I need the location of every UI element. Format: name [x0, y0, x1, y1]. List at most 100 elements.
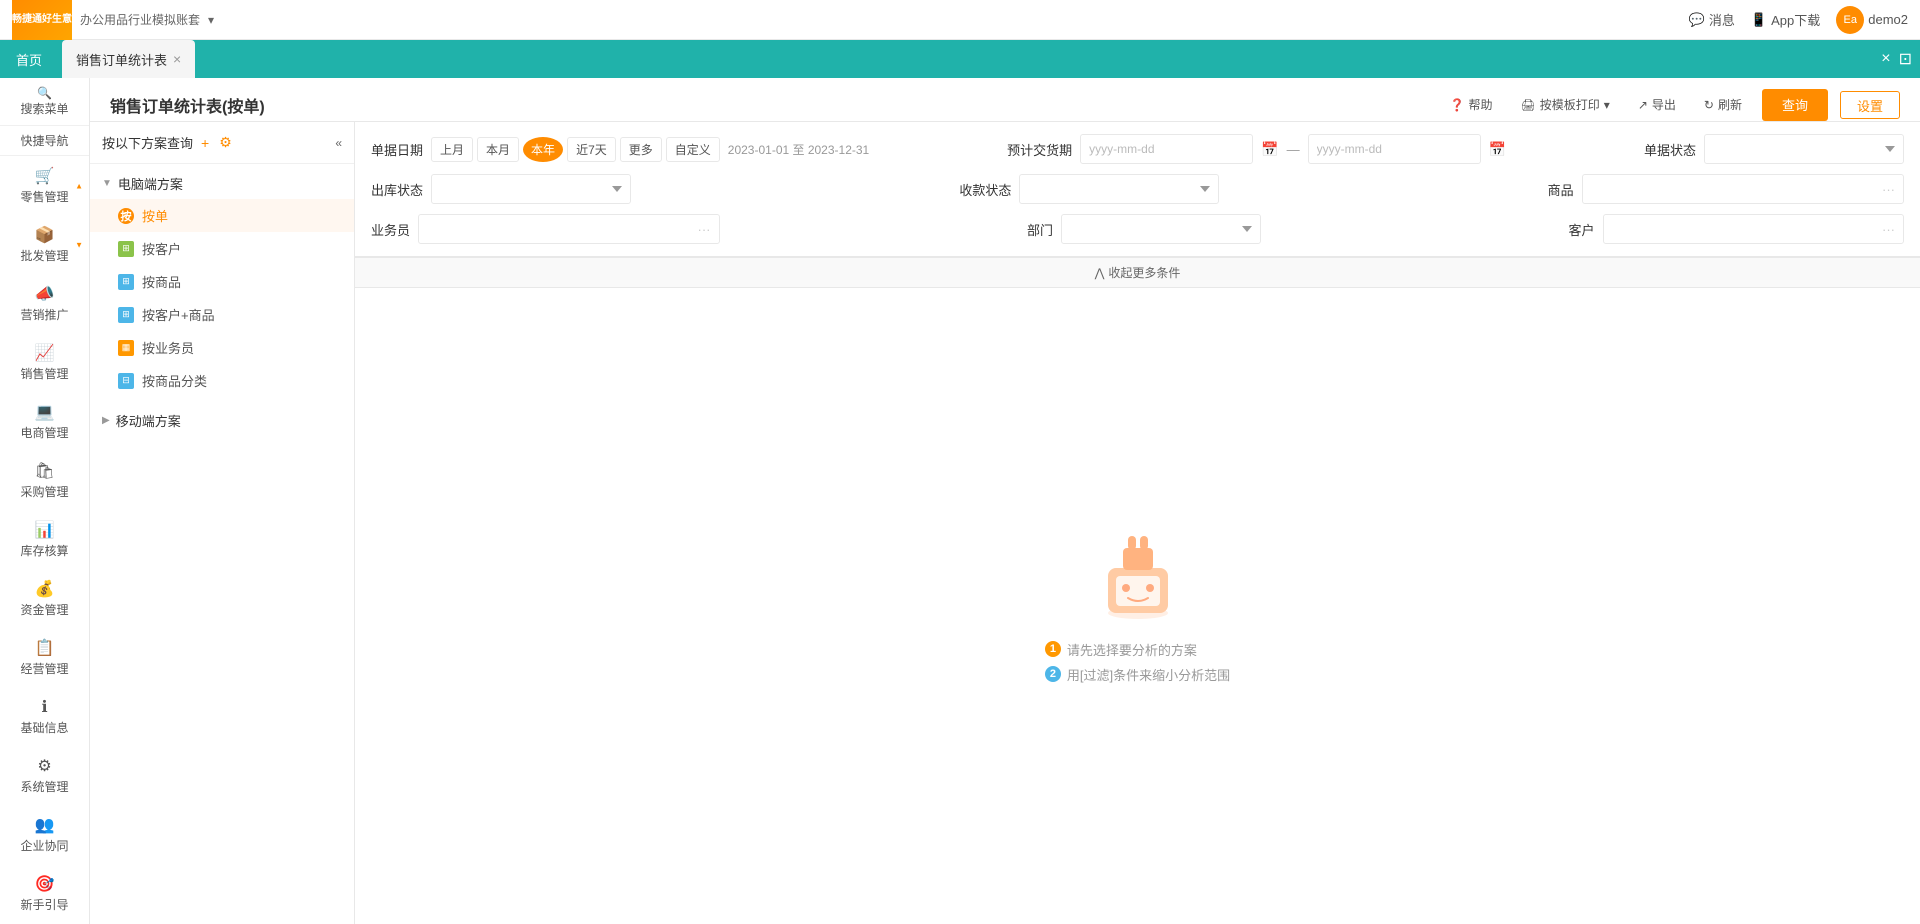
sidebar-item-ecommerce[interactable]: 💻 电商管理	[0, 392, 89, 451]
salesperson-input-area[interactable]: ···	[418, 214, 719, 244]
empty-tip-2: 2 用[过滤]条件来缩小分析范围	[1045, 665, 1230, 684]
settings-button[interactable]: 设置	[1840, 91, 1900, 119]
sidebar-quick-nav[interactable]: 快捷导航	[0, 126, 89, 156]
sidebar-item-system[interactable]: ⚙ 系统管理	[0, 746, 89, 805]
this-year-btn[interactable]: 本年	[523, 137, 563, 162]
inner-layout: 按以下方案查询 + ⚙ « ▼ 电脑端方案 按 按单 ⊞	[90, 122, 1920, 924]
expected-date-start[interactable]	[1080, 134, 1253, 164]
this-month-btn[interactable]: 本月	[477, 137, 519, 162]
sidebar-item-finance[interactable]: 💰 资金管理	[0, 569, 89, 628]
last7-btn[interactable]: 近7天	[567, 137, 616, 162]
ship-status-select[interactable]	[431, 174, 631, 204]
scheme-item-by-goods[interactable]: ⊞ 按商品	[90, 265, 354, 298]
topbar-right: 💬 消息 📱 App下载 Ea demo2	[1689, 6, 1908, 34]
print-btn[interactable]: 🖨 按模板打印 ▾	[1513, 92, 1618, 117]
goods-ellipsis[interactable]: ···	[1882, 182, 1895, 197]
more-date-btn[interactable]: 更多	[620, 137, 662, 162]
status-filter-label: 单据状态	[1644, 140, 1696, 159]
sidebar-item-inventory[interactable]: 📊 库存核算	[0, 510, 89, 569]
sidebar-search[interactable]: 🔍 搜索菜单	[0, 78, 89, 126]
logo: 畅捷通好生意	[12, 0, 72, 40]
scheme-item-by-category[interactable]: ⊟ 按商品分类	[90, 364, 354, 397]
print-dropdown-icon: ▾	[1604, 98, 1610, 112]
sidebar-item-marketing[interactable]: 📣 营销推广	[0, 274, 89, 333]
cal-icon-2[interactable]: 📅	[1489, 141, 1506, 158]
scheme-item-by-salesperson[interactable]: ▦ 按业务员	[90, 331, 354, 364]
sidebar-item-guide[interactable]: 🎯 新手引导	[0, 864, 89, 923]
scheme-item-by-customer-goods[interactable]: ⊞ 按客户+商品	[90, 298, 354, 331]
pc-group-arrow-icon: ▼	[102, 178, 112, 189]
content-area: 销售订单统计表(按单) ❓ 帮助 🖨 按模板打印 ▾ ↗ 导出 ↻ 刷新	[90, 78, 1920, 924]
scheme-item-by-order[interactable]: 按 按单	[90, 199, 354, 232]
by-customer-goods-icon: ⊞	[118, 307, 134, 323]
sidebar-item-retail[interactable]: 🛒 零售管理	[0, 156, 89, 215]
sidebar-item-sales[interactable]: 📈 销售管理	[0, 333, 89, 392]
tip-2-text: 用[过滤]条件来缩小分析范围	[1067, 665, 1230, 684]
by-order-icon: 按	[118, 208, 134, 224]
salesperson-ellipsis[interactable]: ···	[698, 222, 711, 237]
sidebar-sales-label: 销售管理	[20, 365, 68, 382]
department-select[interactable]	[1061, 214, 1261, 244]
by-category-label: 按商品分类	[142, 371, 207, 390]
tab-restore-icon[interactable]: ⊡	[1899, 49, 1912, 69]
app-download-btn[interactable]: 📱 App下载	[1751, 10, 1820, 29]
purchase-icon: 🛍	[34, 461, 54, 481]
sidebar-purchase-label: 采购管理	[20, 483, 68, 500]
help-btn[interactable]: ❓ 帮助	[1442, 92, 1501, 117]
topbar-left: 畅捷通好生意 办公用品行业模拟账套 ▾	[12, 0, 214, 40]
scheme-panel: 按以下方案查询 + ⚙ « ▼ 电脑端方案 按 按单 ⊞	[90, 122, 355, 924]
app-dropdown[interactable]: ▾	[208, 13, 214, 27]
sidebar-item-collab[interactable]: 👥 企业协同	[0, 805, 89, 864]
expected-date-end[interactable]	[1308, 134, 1481, 164]
by-category-icon: ⊟	[118, 373, 134, 389]
date-filter-label: 单据日期	[371, 140, 423, 159]
export-btn[interactable]: ↗ 导出	[1630, 92, 1684, 117]
scheme-group-mobile-header[interactable]: ▶ 移动端方案	[90, 405, 354, 436]
by-customer-goods-label: 按客户+商品	[142, 305, 215, 324]
refresh-btn[interactable]: ↻ 刷新	[1696, 92, 1750, 117]
tip-2-number: 2	[1045, 666, 1061, 682]
sidebar-marketing-label: 营销推广	[20, 306, 68, 323]
tip-1-number: 1	[1045, 641, 1061, 657]
goods-input-area[interactable]: ···	[1582, 174, 1904, 204]
scheme-group-mobile: ▶ 移动端方案	[90, 401, 354, 440]
cal-icon-1[interactable]: 📅	[1261, 141, 1278, 158]
query-button[interactable]: 查询	[1762, 89, 1828, 121]
sidebar-item-wholesale[interactable]: 📦 批发管理	[0, 215, 89, 274]
by-customer-icon: ⊞	[118, 241, 134, 257]
customer-filter-label: 客户	[1568, 220, 1594, 239]
mobile-group-arrow-icon: ▶	[102, 415, 110, 426]
user-profile[interactable]: Ea demo2	[1836, 6, 1908, 34]
by-salesperson-label: 按业务员	[142, 338, 194, 357]
salesperson-filter-label: 业务员	[371, 220, 410, 239]
custom-date-btn[interactable]: 自定义	[666, 137, 720, 162]
message-btn[interactable]: 💬 消息	[1689, 10, 1735, 29]
scheme-collapse-btn[interactable]: «	[335, 136, 342, 150]
collapse-bar[interactable]: ⋀ 收起更多条件	[355, 257, 1920, 288]
sidebar-item-operations[interactable]: 📋 经营管理	[0, 628, 89, 687]
tab-home[interactable]: 首页	[0, 40, 58, 78]
scheme-settings-btn[interactable]: ⚙	[217, 132, 234, 153]
tab-close-icon[interactable]: ×	[173, 51, 181, 67]
receipt-status-label: 收款状态	[959, 180, 1011, 199]
customer-ellipsis[interactable]: ···	[1882, 222, 1895, 237]
finance-icon: 💰	[35, 579, 55, 599]
scheme-add-btn[interactable]: +	[199, 133, 211, 153]
tab-home-label: 首页	[16, 50, 42, 69]
last-month-btn[interactable]: 上月	[431, 137, 473, 162]
scheme-group-pc-header[interactable]: ▼ 电脑端方案	[90, 168, 354, 199]
sidebar-basic-info-label: 基础信息	[20, 719, 68, 736]
dropdown-arrow-icon: ▾	[208, 13, 214, 27]
receipt-status-select[interactable]	[1019, 174, 1219, 204]
sidebar-item-purchase[interactable]: 🛍 采购管理	[0, 451, 89, 510]
guide-icon: 🎯	[35, 874, 55, 894]
status-select[interactable]	[1704, 134, 1904, 164]
tab-sales-order[interactable]: 销售订单统计表 ×	[62, 40, 195, 78]
empty-tip-1: 1 请先选择要分析的方案	[1045, 640, 1230, 659]
sidebar-item-basic-info[interactable]: ℹ 基础信息	[0, 687, 89, 746]
tab-close-window-icon[interactable]: ×	[1881, 50, 1890, 68]
help-icon: ❓	[1450, 98, 1465, 112]
sidebar-operations-label: 经营管理	[20, 660, 68, 677]
customer-input-area[interactable]: ···	[1603, 214, 1904, 244]
scheme-item-by-customer[interactable]: ⊞ 按客户	[90, 232, 354, 265]
